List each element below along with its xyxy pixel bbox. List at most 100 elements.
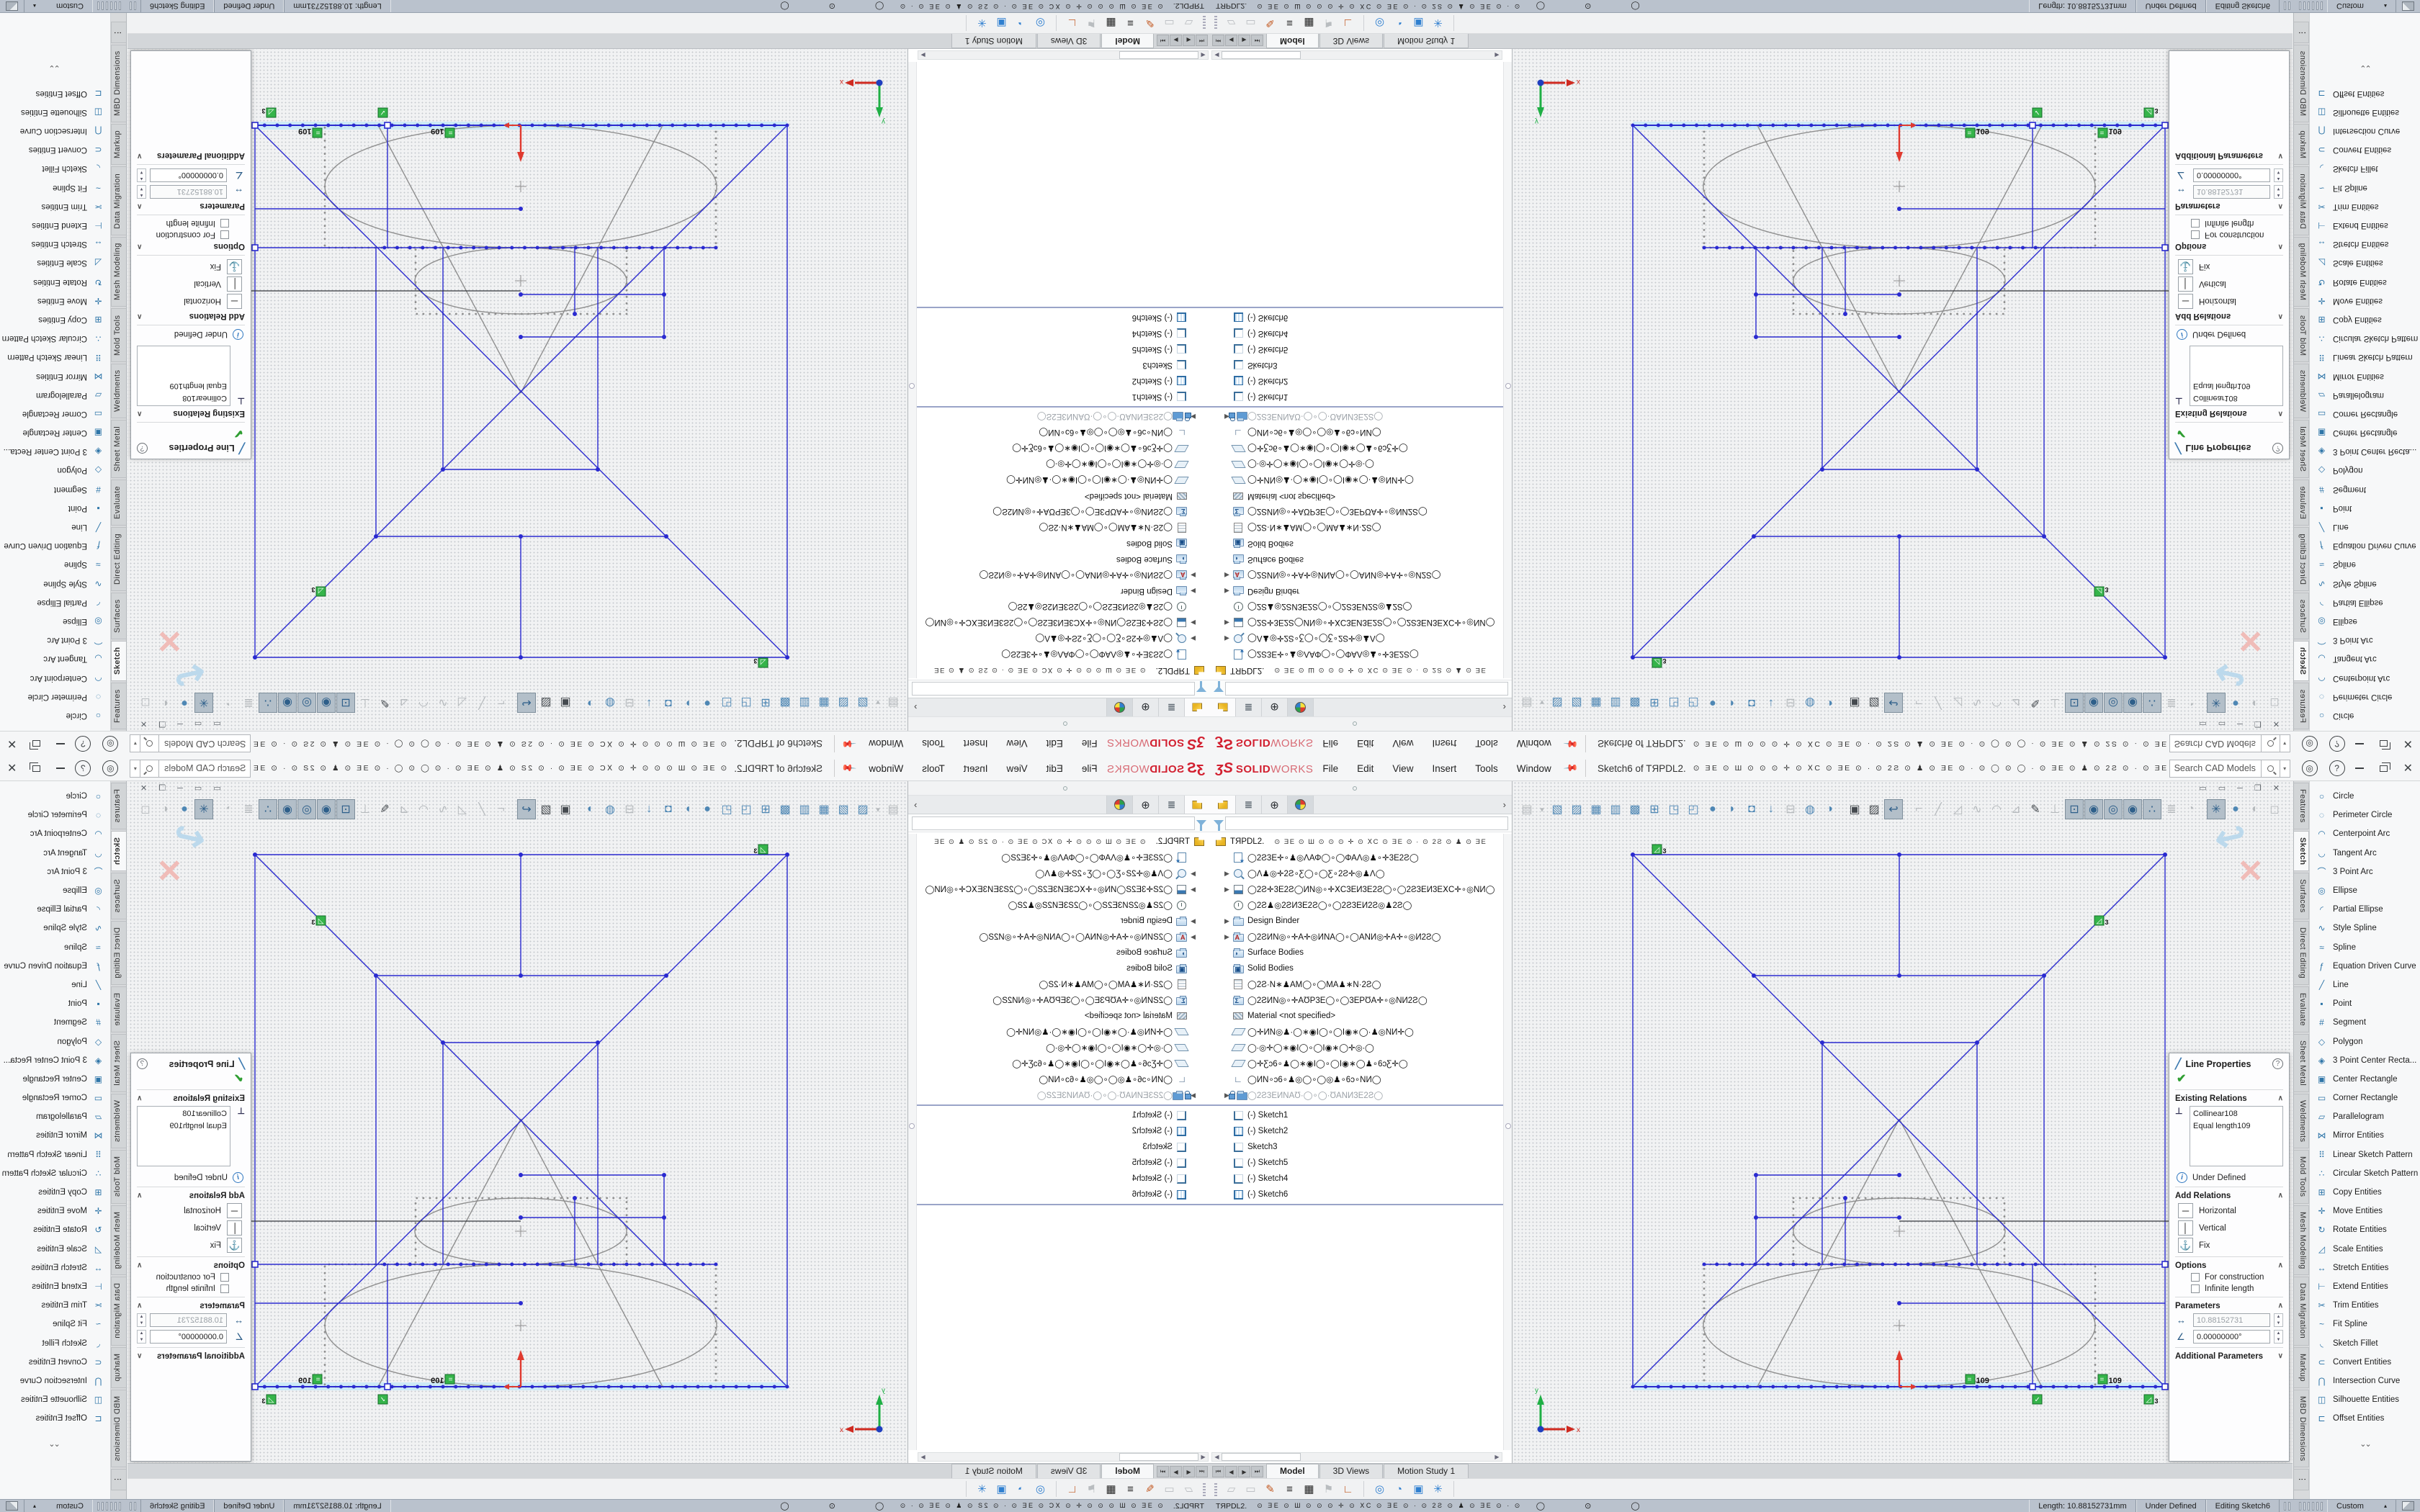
view-eye-1-icon[interactable]: ◉: [2084, 693, 2103, 713]
grid-ruler-icon[interactable]: ≣: [239, 693, 258, 713]
extruded-boss-icon[interactable]: ▧: [1548, 799, 1567, 819]
tree-row-13[interactable]: ◯✛Ƹɔ6∘♟◯∗◉Ι◯∘◯Ι◉∗◯♟∘6ɔƸ✛◯: [917, 1056, 1200, 1071]
menu-view[interactable]: View: [998, 732, 1037, 757]
markup-table-icon[interactable]: ▦: [1299, 14, 1319, 32]
tab-surfaces[interactable]: Surfaces: [2294, 873, 2309, 919]
view-eye-1-icon[interactable]: ◉: [317, 799, 336, 819]
markup-table-icon[interactable]: ▦: [1101, 1480, 1121, 1498]
tree-filter-input[interactable]: [1225, 683, 1508, 696]
tool-convert-entities[interactable]: ⊂Convert Entities: [2310, 140, 2420, 159]
tool-circular-sketch-pattern[interactable]: ∴Circular Sketch Pattern: [0, 1164, 110, 1183]
panel-help-icon[interactable]: ?: [137, 1058, 148, 1069]
tool-center-rectangle[interactable]: ▣Center Rectangle: [2310, 1070, 2420, 1089]
relation-item[interactable]: Equal length109: [140, 1120, 227, 1133]
boundary-cut-icon[interactable]: ◘: [659, 693, 678, 713]
tab-mesh-modeling[interactable]: Mesh Modeling: [2294, 237, 2309, 307]
panel-splitter[interactable]: [1210, 781, 1512, 796]
drag-grip[interactable]: [1214, 16, 1217, 30]
length-parameter-input[interactable]: 10.88152731: [2193, 185, 2270, 199]
spinner[interactable]: ▲▼: [2274, 1330, 2283, 1344]
model-tab-motion-study-1[interactable]: Motion Study 1: [951, 34, 1036, 48]
search-input[interactable]: Search CAD Models ▾: [130, 735, 251, 753]
hole-wizard-icon[interactable]: ◳: [1664, 799, 1683, 819]
tab-nav-icon[interactable]: ⏮: [1196, 35, 1208, 46]
tab-nav-icon[interactable]: ⏭: [1251, 1466, 1263, 1477]
boundary-boss-icon[interactable]: ▩: [1626, 693, 1644, 713]
extruded-cut-icon[interactable]: ⊞: [1645, 799, 1664, 819]
fillet-icon[interactable]: ↓: [1762, 799, 1780, 819]
caret-down-icon-icon[interactable]: ▾: [873, 799, 883, 819]
print-icon[interactable]: ▨: [537, 693, 555, 713]
relation-tag[interactable]: =109: [1966, 1374, 1989, 1385]
tool-3-point-center-recta-[interactable]: ◈3 Point Center Recta...: [2310, 442, 2420, 461]
checkbox-infinite-length[interactable]: Infinite length: [137, 219, 229, 228]
markup-flag-icon[interactable]: ⚑: [1082, 14, 1101, 32]
model-tab-model[interactable]: Model: [1101, 34, 1154, 48]
tool-style-spline[interactable]: ∿Style Spline: [0, 919, 110, 937]
length-parameter-input[interactable]: 10.88152731: [150, 185, 227, 199]
sketch-ghost-5-icon[interactable]: ◠: [414, 799, 433, 819]
tool-sketch-fillet[interactable]: ◟Sketch Fillet: [2310, 159, 2420, 178]
fix-relation-button[interactable]: ⚓Fix: [2178, 1238, 2283, 1253]
compare-gear-icon[interactable]: ◎: [1370, 1480, 1389, 1498]
revolved-boss-icon[interactable]: ▨: [834, 799, 853, 819]
tree-row-20[interactable]: (-) Sketch5: [1220, 1155, 1503, 1171]
relation-item[interactable]: Equal length109: [2193, 380, 2280, 392]
angle-parameter-input[interactable]: 0.00000000°: [150, 1330, 227, 1344]
draft-icon[interactable]: ◍: [1801, 799, 1819, 819]
shell-icon[interactable]: ◑: [1820, 693, 1839, 713]
draft-icon[interactable]: ◍: [1801, 693, 1819, 713]
angle-parameter-input[interactable]: 0.00000000°: [2193, 1330, 2270, 1344]
tab-sketch[interactable]: Sketch: [2294, 641, 2309, 681]
tool-center-rectangle[interactable]: ▣Center Rectangle: [0, 423, 110, 442]
vertical-relation-button[interactable]: │Vertical: [2178, 276, 2283, 292]
lofted-cut-icon[interactable]: ◗: [1723, 693, 1742, 713]
tree-row-4[interactable]: ▶Design Binder: [917, 583, 1200, 599]
tab-mesh-modeling[interactable]: Mesh Modeling: [111, 237, 126, 307]
pencil-icon[interactable]: ✎: [375, 693, 394, 713]
tab-mbd-dimensions[interactable]: MBD Dimensions: [111, 1390, 126, 1468]
tree-row-8[interactable]: ◯2Ƨ·Ν∗♟ΑΜ◯∘◯ΜΑ♟∗Ν·2Ƨ◯: [917, 520, 1200, 536]
spinner[interactable]: ▲▼: [137, 1330, 146, 1344]
search-input[interactable]: Search CAD Models ▾: [130, 760, 251, 778]
tab-markup[interactable]: Markup: [2294, 1347, 2309, 1388]
tool-extend-entities[interactable]: ⊢Extend Entities: [2310, 216, 2420, 235]
sketch-ghost-4-icon[interactable]: ∿: [1968, 693, 1986, 713]
sphere-gray-icon[interactable]: ◐: [156, 799, 174, 819]
shell-icon[interactable]: ◑: [581, 693, 600, 713]
angle-parameter-input[interactable]: 0.00000000°: [2193, 168, 2270, 182]
tool-segment[interactable]: #Segment: [0, 480, 110, 499]
tab--[interactable]: ⋮: [2294, 1469, 2309, 1490]
relation-item[interactable]: Equal length109: [2193, 1120, 2280, 1133]
drag-grip[interactable]: [1203, 1482, 1206, 1496]
line-handles[interactable]: [2030, 122, 2168, 251]
tool-copy-entities[interactable]: ⊞Copy Entities: [0, 1183, 110, 1202]
tool-extend-entities[interactable]: ⊢Extend Entities: [2310, 1277, 2420, 1296]
search-input[interactable]: Search CAD Models ▾: [2169, 760, 2290, 778]
tool-rotate-entities[interactable]: ↻Rotate Entities: [2310, 273, 2420, 292]
tool-mirror-entities[interactable]: ⋈Mirror Entities: [2310, 366, 2420, 385]
tree-row-20[interactable]: (-) Sketch5: [1220, 341, 1503, 357]
tree-row-19[interactable]: Sketch3: [917, 357, 1200, 373]
pin-icon[interactable]: 📌: [841, 736, 858, 752]
propertymanager-tab[interactable]: ≣: [1158, 698, 1184, 716]
tab-weldments[interactable]: Weldments: [111, 1094, 126, 1148]
tree-row-15[interactable]: ▶◯2Ƨ3ΕИΝΑƱ·◯∘◯·ƱΑΝИ3Ε2Ƨ◯: [1220, 1087, 1503, 1103]
tool-intersection-curve[interactable]: ⋂Intersection Curve: [0, 1372, 110, 1390]
tree-row-1[interactable]: ▶◯Ʌ♟◎✛2Ƨ∘Ƹ◯∘◯Ƹ∘2Ƨ✛◎♟Ʌ◯: [1220, 631, 1503, 647]
lofted-cut-icon[interactable]: ◗: [678, 799, 697, 819]
tree-row-17[interactable]: (-) Sketch1: [1220, 389, 1503, 405]
line-handles[interactable]: [2030, 1261, 2168, 1390]
grid-ruler-icon[interactable]: ≣: [2162, 799, 2181, 819]
tool-center-rectangle[interactable]: ▣Center Rectangle: [2310, 423, 2420, 442]
tool-copy-entities[interactable]: ⊞Copy Entities: [2310, 1183, 2420, 1202]
collapse-chevron-icon[interactable]: ∧: [2278, 1094, 2283, 1103]
tool-move-entities[interactable]: ✛Move Entities: [0, 292, 110, 310]
relation-tag[interactable]: ◿3: [2094, 586, 2109, 596]
revolved-cut-icon[interactable]: ◰: [1684, 693, 1703, 713]
units-dropdown[interactable]: Custom▴: [2327, 0, 2396, 12]
expand-caret-icon[interactable]: ▶: [1188, 588, 1196, 595]
shell-icon[interactable]: ◑: [1820, 799, 1839, 819]
doc-control-3-icon[interactable]: ❐: [158, 719, 166, 729]
tree-row-20[interactable]: (-) Sketch5: [917, 1155, 1200, 1171]
